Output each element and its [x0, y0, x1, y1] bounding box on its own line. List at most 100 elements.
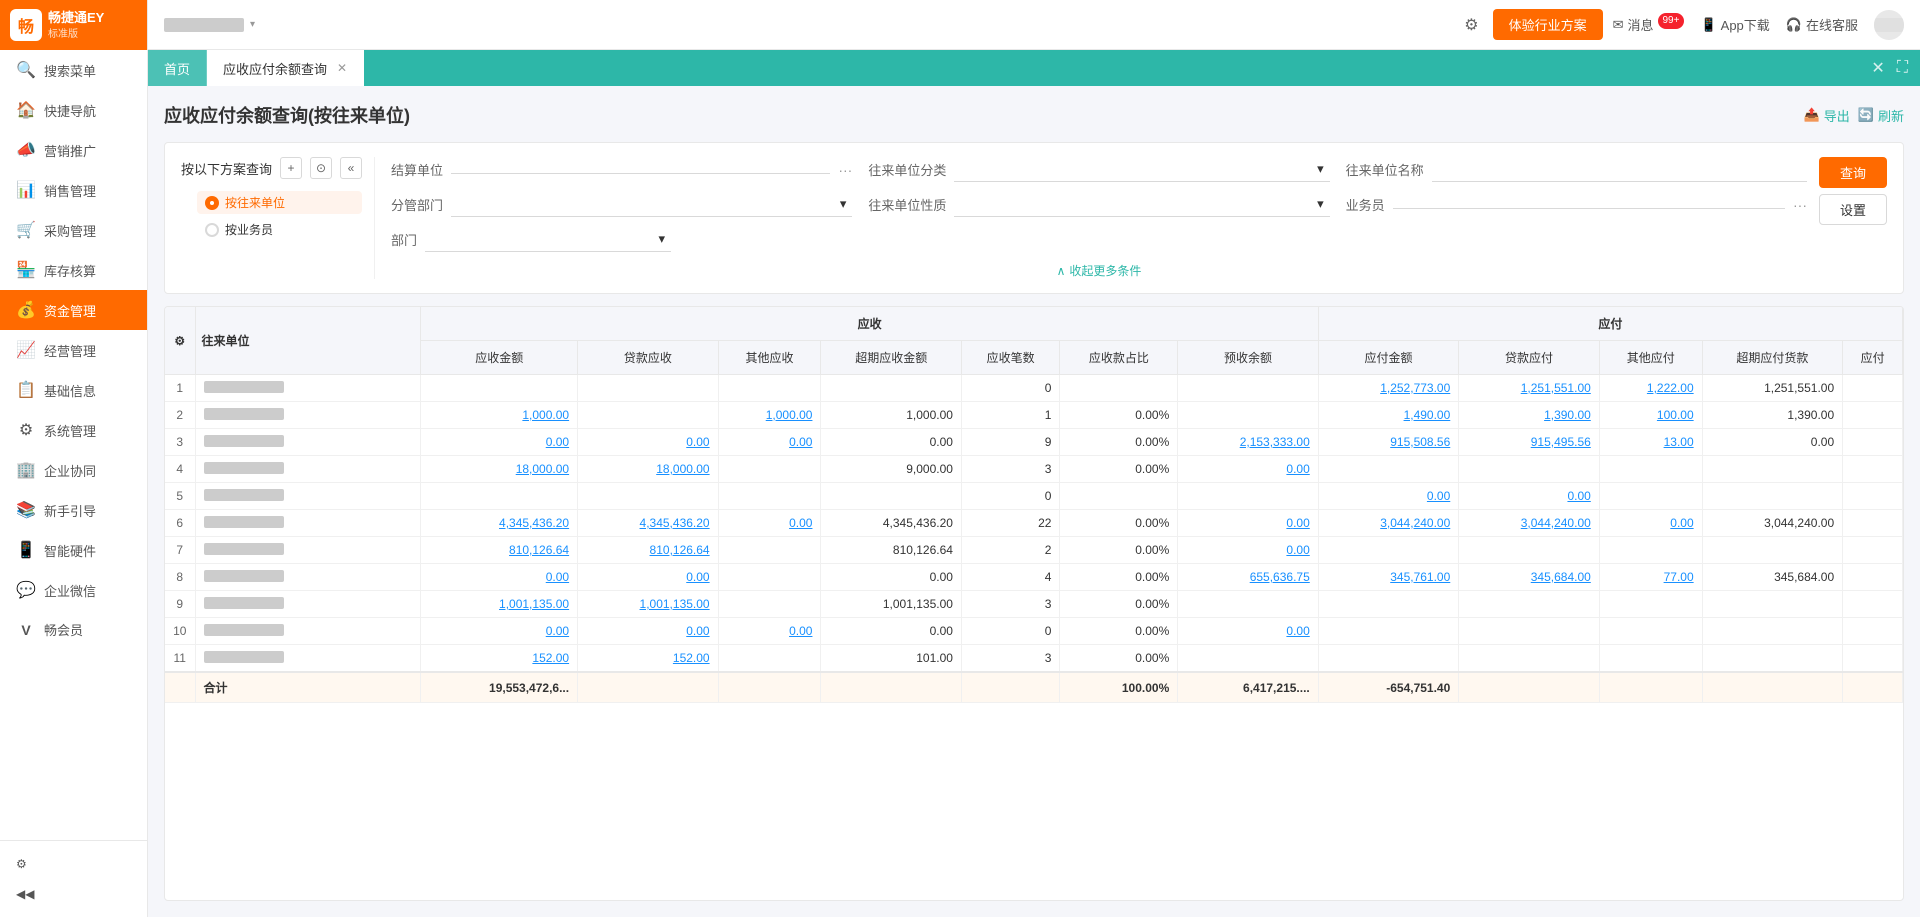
sidebar-item-inventory[interactable]: 🏪 库存核算: [0, 250, 147, 290]
sidebar-item-marketing[interactable]: 📣 营销推广: [0, 130, 147, 170]
row-partner: [195, 375, 421, 402]
table-scroll[interactable]: ⚙ 往来单位 应收 应付 应收金额 贷款应收 其他应收 超期应收金额 应收笔数 …: [165, 307, 1903, 900]
sidebar-item-enterprise[interactable]: 🏢 企业协同: [0, 450, 147, 490]
row-dkyf: 345,684.00: [1459, 564, 1600, 591]
scheme-by-salesman[interactable]: 按业务员: [197, 218, 362, 241]
row-qtyf: 0.00: [1599, 510, 1702, 537]
system-icon: ⚙: [16, 420, 36, 440]
tab-expand-button[interactable]: ⛶: [1897, 59, 1908, 77]
solution-button[interactable]: 体验行业方案: [1493, 9, 1603, 40]
partner-category-select[interactable]: ▾: [954, 157, 1329, 182]
row-yf: [1843, 456, 1903, 483]
header-right: ✉ 消息 99+ 📱 App下载 🎧 在线客服: [1613, 10, 1904, 40]
sidebar-item-sales[interactable]: 📊 销售管理: [0, 170, 147, 210]
query-button[interactable]: 查询: [1819, 157, 1887, 188]
row-dkyf: 915,495.56: [1459, 429, 1600, 456]
row-partner: [195, 483, 421, 510]
col-dkyf: 贷款应付: [1459, 341, 1600, 375]
col-partner-header: 往来单位: [195, 307, 421, 375]
settings-button[interactable]: 设置: [1819, 194, 1887, 225]
sidebar-item-guide[interactable]: 📚 新手引导: [0, 490, 147, 530]
guide-icon: 📚: [16, 500, 36, 520]
refresh-button[interactable]: 🔄 刷新: [1858, 106, 1904, 125]
row-dkys: [578, 483, 719, 510]
header-settings-icon[interactable]: ⚙: [1460, 11, 1482, 39]
page-container: 应收应付余额查询(按往来单位) 📤 导出 🔄 刷新 按以下方案查询: [148, 86, 1920, 917]
row-qtys: 0.00: [718, 429, 821, 456]
partner-name-input[interactable]: [1432, 158, 1807, 182]
export-button[interactable]: 📤 导出: [1804, 106, 1850, 125]
sidebar-bottom-collapse[interactable]: ◀◀: [0, 879, 147, 909]
table-row: 3 0.00 0.00 0.00 0.00 9 0.00% 2,153,333.…: [165, 429, 1903, 456]
collapse-more-conditions[interactable]: ∧ 收起更多条件: [391, 262, 1807, 279]
row-yszb: [1060, 483, 1178, 510]
row-partner: [195, 537, 421, 564]
refresh-icon: 🔄: [1858, 107, 1874, 123]
row-yfje: [1318, 456, 1459, 483]
row-qtys: [718, 456, 821, 483]
table-footer-row: 合计 19,553,472,6... 100.00% 6,417,215....…: [165, 672, 1903, 703]
row-dkys: 0.00: [578, 429, 719, 456]
row-ysje: 0.00: [421, 564, 578, 591]
sidebar-item-basic[interactable]: 📋 基础信息: [0, 370, 147, 410]
row-no: 4: [165, 456, 195, 483]
chevron-down-icon: ▾: [250, 19, 255, 30]
chevron-up-icon: ∧: [1057, 264, 1066, 278]
main-content: 应收应付余额查询(按往来单位) 📤 导出 🔄 刷新 按以下方案查询: [148, 86, 1920, 917]
tab-close-icon[interactable]: ✕: [337, 61, 347, 75]
row-partner: [195, 510, 421, 537]
row-no: 1: [165, 375, 195, 402]
row-partner: [195, 429, 421, 456]
message-button[interactable]: ✉ 消息 99+: [1613, 15, 1685, 34]
sidebar-item-search[interactable]: 🔍 搜索菜单: [0, 50, 147, 90]
row-yf: [1843, 537, 1903, 564]
row-qtyf: [1599, 483, 1702, 510]
settlement-unit-dots[interactable]: ···: [838, 162, 852, 178]
basic-icon: 📋: [16, 380, 36, 400]
online-service-button[interactable]: 🎧 在线客服: [1786, 15, 1858, 34]
row-ysbshu: 3: [961, 591, 1059, 618]
field-dept-manager: 分管部门 ▾: [391, 192, 852, 217]
partner-nature-select[interactable]: ▾: [954, 192, 1329, 217]
tab-home[interactable]: 首页: [148, 50, 207, 86]
row-dkys: 1,001,135.00: [578, 591, 719, 618]
app-download-button[interactable]: 📱 App下载: [1700, 15, 1769, 34]
scheme-settings-button[interactable]: ⊙: [310, 157, 332, 179]
dept-manager-select[interactable]: ▾: [451, 192, 852, 217]
user-avatar[interactable]: [1874, 10, 1904, 40]
footer-ysye: 6,417,215....: [1178, 672, 1319, 703]
scheme-collapse-button[interactable]: «: [340, 157, 362, 179]
sidebar-bottom-settings[interactable]: ⚙: [0, 849, 147, 879]
sidebar-item-quick-nav[interactable]: 🏠 快捷导航: [0, 90, 147, 130]
sidebar-item-finance[interactable]: 💰 资金管理: [0, 290, 147, 330]
row-yf: [1843, 618, 1903, 645]
row-cqyfhk: 3,044,240.00: [1702, 510, 1843, 537]
row-ysye: 0.00: [1178, 537, 1319, 564]
row-ysbshu: 2: [961, 537, 1059, 564]
sidebar-item-member[interactable]: V 畅会员: [0, 610, 147, 649]
col-cqysje: 超期应收金额: [821, 341, 962, 375]
row-dkyf: [1459, 456, 1600, 483]
col-settings[interactable]: ⚙: [165, 307, 195, 375]
add-scheme-button[interactable]: +: [280, 157, 302, 179]
salesman-dots[interactable]: ···: [1793, 197, 1807, 213]
row-dkyf: [1459, 591, 1600, 618]
sidebar-item-purchase[interactable]: 🛒 采购管理: [0, 210, 147, 250]
sidebar-item-wechat[interactable]: 💬 企业微信: [0, 570, 147, 610]
row-qtys: [718, 564, 821, 591]
footer-cqysje: [821, 672, 962, 703]
sidebar-item-system[interactable]: ⚙ 系统管理: [0, 410, 147, 450]
row-ysye: [1178, 402, 1319, 429]
dept-select[interactable]: ▾: [425, 227, 671, 252]
row-yf: [1843, 645, 1903, 673]
finance-icon: 💰: [16, 300, 36, 320]
scheme-by-partner[interactable]: 按往来单位: [197, 191, 362, 214]
sidebar-item-hardware[interactable]: 📱 智能硬件: [0, 530, 147, 570]
col-group-yingfu: 应付: [1318, 307, 1902, 341]
tab-close-button[interactable]: ✕: [1871, 58, 1884, 78]
table-row: 11 152.00 152.00 101.00 3 0.00%: [165, 645, 1903, 673]
row-no: 7: [165, 537, 195, 564]
row-partner: [195, 564, 421, 591]
tab-ar-ap[interactable]: 应收应付余额查询 ✕: [207, 50, 364, 86]
sidebar-item-business[interactable]: 📈 经营管理: [0, 330, 147, 370]
